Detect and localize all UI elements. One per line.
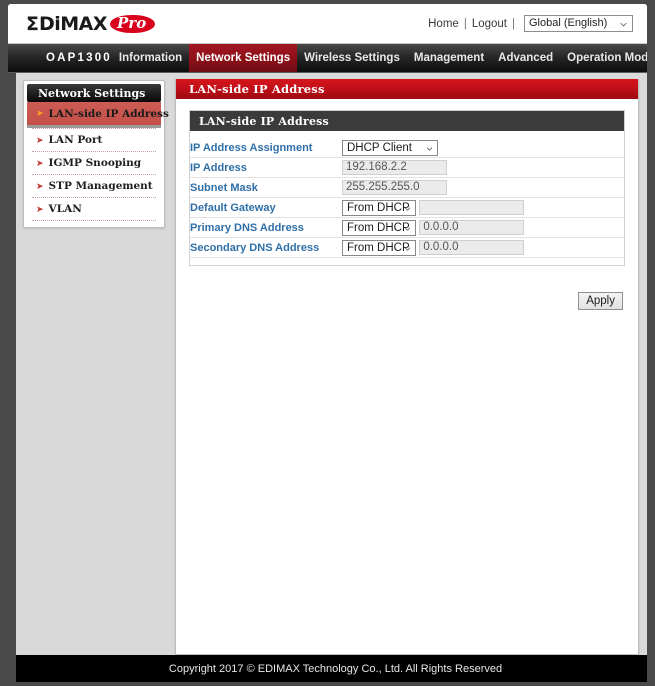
link-separator-1: | [463,17,467,30]
edimax-pro-logo: Σ DiMAX Pro [26,12,156,36]
row-label-default-gateway: Default Gateway [190,201,276,214]
select-value: From DHCP [347,201,410,214]
header-utility-links: Home | Logout | Global (English) [428,15,633,32]
row-control: From DHCP [342,198,624,218]
nav-item-list: Information Network Settings Wireless Se… [112,44,647,72]
default-gateway-select[interactable]: From DHCP [342,199,416,216]
table-row: Secondary DNS Address From DHCP 0.0.0.0 [190,238,624,258]
row-label-primary-dns-address: Primary DNS Address [190,221,304,234]
row-control: From DHCP 0.0.0.0 [342,218,624,238]
sidebar-item-lan-port[interactable]: ➤ LAN Port [27,129,161,151]
primary-dns-select[interactable]: From DHCP [342,219,416,236]
chevron-down-icon [620,22,627,27]
nav-item-operation-mode[interactable]: Operation Mode [560,44,647,72]
table-row: Primary DNS Address From DHCP 0.0.0.0 [190,218,624,238]
ip-address-input[interactable]: 192.168.2.2 [342,160,447,176]
sidebar-separator [32,220,156,221]
site-footer: Copyright 2017 © EDIMAX Technology Co., … [16,655,647,682]
nav-item-wireless-settings[interactable]: Wireless Settings [297,44,407,72]
device-model-label: OAP1300 [46,52,112,64]
link-separator-2: | [512,17,515,30]
chevron-right-icon: ➤ [36,180,44,191]
chevron-right-icon: ➤ [36,157,44,168]
content-area: Network Settings ➤ LAN-side IP Address ➤… [8,73,647,682]
logo-wordmark: DiMAX [38,12,108,35]
secondary-dns-select[interactable]: From DHCP [342,239,416,256]
language-select-value: Global (English) [529,17,608,29]
sidebar-heading: Network Settings [27,84,161,102]
panel-body: LAN-side IP Address IP Address Assignmen… [176,99,638,310]
chevron-right-icon: ➤ [36,203,44,214]
chevron-down-icon [404,247,411,251]
table-row: IP Address 192.168.2.2 [190,158,624,178]
chevron-down-icon [404,207,411,211]
sidebar-item-label: VLAN [48,203,82,215]
select-value: From DHCP [347,241,410,254]
main-column: LAN-side IP Address LAN-side IP Address … [171,73,647,682]
row-label-secondary-dns-address: Secondary DNS Address [190,241,320,254]
logout-link[interactable]: Logout [472,18,507,30]
chevron-down-icon [426,147,433,151]
nav-item-management[interactable]: Management [407,44,491,72]
sidebar-column: Network Settings ➤ LAN-side IP Address ➤… [16,73,171,682]
primary-dns-input[interactable]: 0.0.0.0 [419,220,525,235]
logo-pro-badge: Pro [110,14,156,34]
sidebar-item-lan-side-ip-address[interactable]: ➤ LAN-side IP Address [27,102,169,128]
page-title: LAN-side IP Address [176,79,638,99]
table-row: IP Address Assignment DHCP Client [190,138,624,158]
copyright-text: Copyright 2017 © EDIMAX Technology Co., … [168,662,503,675]
language-select[interactable]: Global (English) [524,15,633,32]
subnet-mask-input[interactable]: 255.255.255.0 [342,180,447,196]
sidebar-menu: Network Settings ➤ LAN-side IP Address ➤… [23,80,169,228]
row-label-subnet-mask: Subnet Mask [190,181,258,194]
row-label-ip-address: IP Address [190,161,247,174]
browser-frame: Σ DiMAX Pro Home | Logout | Global (Engli… [0,0,655,686]
home-link[interactable]: Home [428,18,459,30]
row-control: From DHCP 0.0.0.0 [342,238,624,258]
nav-item-network-settings[interactable]: Network Settings [189,44,298,72]
sidebar-item-vlan[interactable]: ➤ VLAN [27,198,161,220]
select-value: From DHCP [347,221,410,234]
sidebar-item-igmp-snooping[interactable]: ➤ IGMP Snooping [27,152,161,174]
chevron-right-icon: ➤ [36,134,44,145]
settings-form: LAN-side IP Address IP Address Assignmen… [189,110,625,266]
row-control: 255.255.255.0 [342,178,624,198]
left-rail [8,73,16,682]
sidebar-item-label: STP Management [48,180,153,192]
page-root: Σ DiMAX Pro Home | Logout | Global (Engli… [8,4,647,682]
ip-address-assignment-select[interactable]: DHCP Client [342,139,438,156]
logo-sigma-mark: Σ [26,13,39,35]
table-row: Default Gateway From DHCP [190,198,624,218]
form-actions: Apply [189,292,625,310]
sidebar-item-label: IGMP Snooping [48,157,142,169]
sidebar-item-label: LAN-side IP Address [48,107,169,120]
secondary-dns-input[interactable]: 0.0.0.0 [419,240,525,255]
apply-button[interactable]: Apply [578,292,623,310]
main-navigation: OAP1300 Information Network Settings Wir… [8,44,647,73]
settings-table: IP Address Assignment DHCP Client IP Add… [190,138,624,258]
table-row: Subnet Mask 255.255.255.0 [190,178,624,198]
row-control: DHCP Client [342,138,624,158]
nav-item-advanced[interactable]: Advanced [491,44,560,72]
site-header: Σ DiMAX Pro Home | Logout | Global (Engli… [8,4,647,44]
chevron-right-icon: ➤ [36,108,44,118]
sidebar-item-label: LAN Port [48,134,103,146]
content-panel: LAN-side IP Address LAN-side IP Address … [175,79,639,655]
row-label-ip-address-assignment: IP Address Assignment [190,141,313,154]
chevron-down-icon [404,227,411,231]
section-heading: LAN-side IP Address [190,111,624,131]
select-value: DHCP Client [347,141,412,154]
nav-item-information[interactable]: Information [112,44,189,72]
row-control: 192.168.2.2 [342,158,624,178]
sidebar-item-stp-management[interactable]: ➤ STP Management [27,175,161,197]
default-gateway-input[interactable] [419,200,525,215]
